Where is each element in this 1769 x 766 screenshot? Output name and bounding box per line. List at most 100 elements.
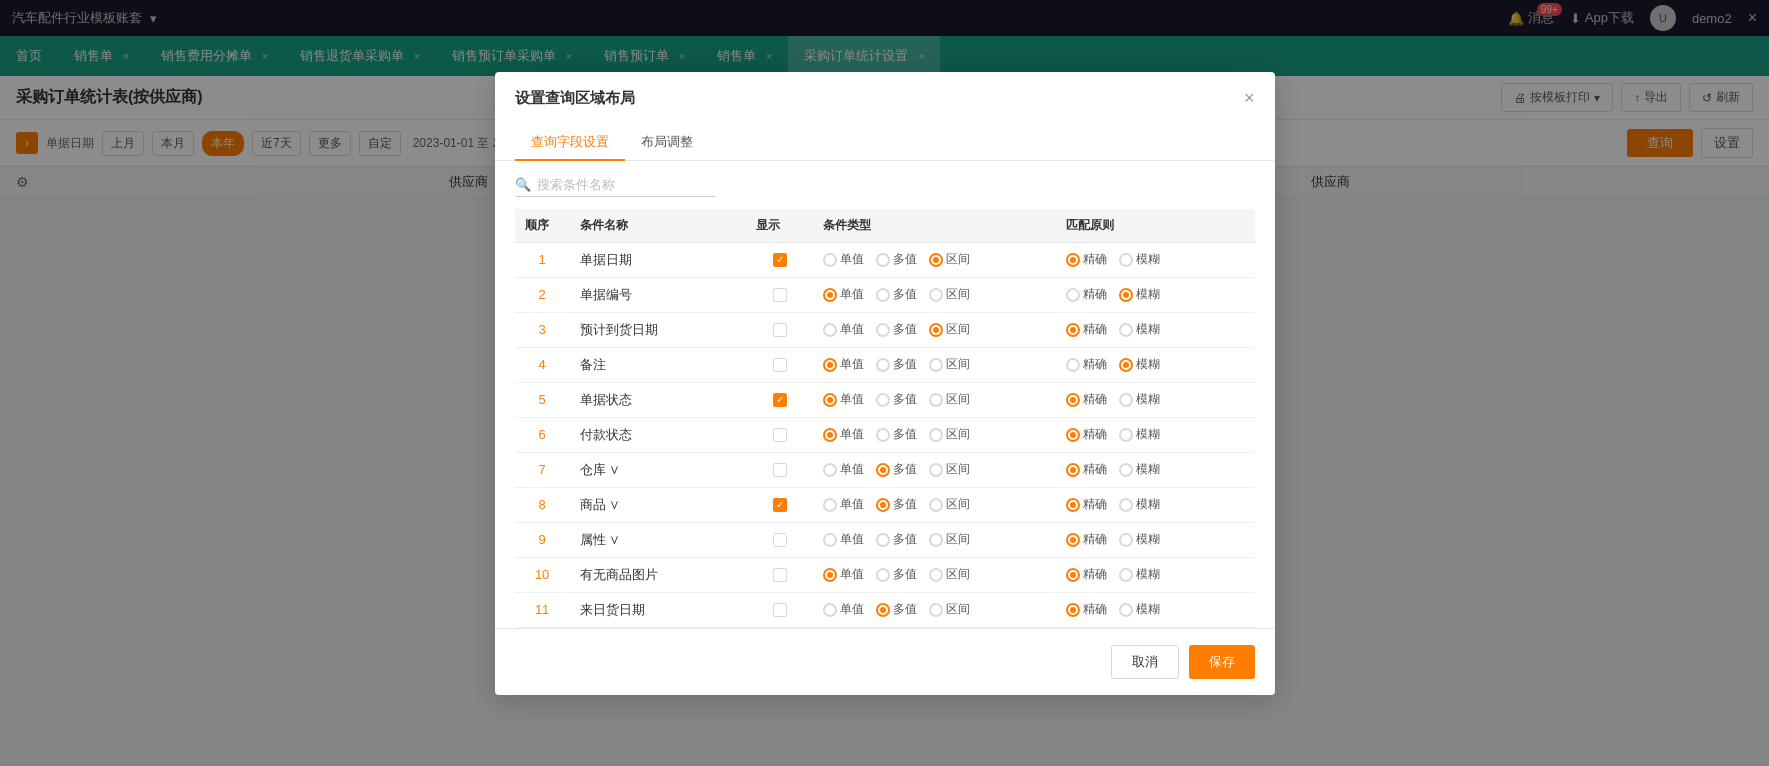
- radio-match-match_fuzzy-7[interactable]: 模糊: [1119, 496, 1160, 513]
- radio-type-type_multi-0[interactable]: 多值: [876, 251, 917, 268]
- checkbox-show-4[interactable]: [773, 393, 787, 407]
- row-show-7[interactable]: [746, 487, 812, 522]
- save-button[interactable]: 保存: [1189, 645, 1255, 679]
- modal-tab-query[interactable]: 查询字段设置: [515, 125, 625, 161]
- checkbox-show-0[interactable]: [773, 253, 787, 267]
- checkbox-show-9[interactable]: [773, 568, 787, 582]
- radio-match-match_exact-9[interactable]: 精确: [1066, 566, 1107, 583]
- row-show-0[interactable]: [746, 242, 812, 277]
- radio-type-type_single-3[interactable]: 单值: [823, 356, 864, 373]
- radio-match-match_fuzzy-3[interactable]: 模糊: [1119, 356, 1160, 373]
- checkbox-show-8[interactable]: [773, 533, 787, 547]
- radio-type-type_single-8[interactable]: 单值: [823, 531, 864, 548]
- row-type-0[interactable]: 单值多值区间: [813, 242, 1056, 277]
- radio-match-match_exact-6[interactable]: 精确: [1066, 461, 1107, 478]
- row-type-8[interactable]: 单值多值区间: [813, 522, 1056, 557]
- radio-match-match_exact-4[interactable]: 精确: [1066, 391, 1107, 408]
- row-match-3[interactable]: 精确模糊: [1056, 347, 1255, 382]
- radio-match-match_fuzzy-1[interactable]: 模糊: [1119, 286, 1160, 303]
- row-match-4[interactable]: 精确模糊: [1056, 382, 1255, 417]
- radio-type-type_range-2[interactable]: 区间: [929, 321, 970, 338]
- radio-match-match_exact-7[interactable]: 精确: [1066, 496, 1107, 513]
- radio-match-match_fuzzy-6[interactable]: 模糊: [1119, 461, 1160, 478]
- radio-match-match_fuzzy-8[interactable]: 模糊: [1119, 531, 1160, 548]
- radio-type-type_multi-6[interactable]: 多值: [876, 461, 917, 478]
- radio-type-type_single-9[interactable]: 单值: [823, 566, 864, 583]
- radio-type-type_range-3[interactable]: 区间: [929, 356, 970, 373]
- radio-type-type_multi-2[interactable]: 多值: [876, 321, 917, 338]
- radio-type-type_range-6[interactable]: 区间: [929, 461, 970, 478]
- row-show-5[interactable]: [746, 417, 812, 452]
- row-type-3[interactable]: 单值多值区间: [813, 347, 1056, 382]
- checkbox-show-7[interactable]: [773, 498, 787, 512]
- row-type-6[interactable]: 单值多值区间: [813, 452, 1056, 487]
- row-type-9[interactable]: 单值多值区间: [813, 557, 1056, 592]
- radio-type-type_multi-8[interactable]: 多值: [876, 531, 917, 548]
- row-type-4[interactable]: 单值多值区间: [813, 382, 1056, 417]
- row-match-6[interactable]: 精确模糊: [1056, 452, 1255, 487]
- radio-match-match_fuzzy-4[interactable]: 模糊: [1119, 391, 1160, 408]
- radio-type-type_multi-10[interactable]: 多值: [876, 601, 917, 618]
- radio-type-type_multi-3[interactable]: 多值: [876, 356, 917, 373]
- radio-type-type_range-8[interactable]: 区间: [929, 531, 970, 548]
- radio-type-type_multi-4[interactable]: 多值: [876, 391, 917, 408]
- radio-match-match_exact-3[interactable]: 精确: [1066, 356, 1107, 373]
- row-type-5[interactable]: 单值多值区间: [813, 417, 1056, 452]
- radio-type-type_range-5[interactable]: 区间: [929, 426, 970, 443]
- row-match-0[interactable]: 精确模糊: [1056, 242, 1255, 277]
- radio-type-type_range-1[interactable]: 区间: [929, 286, 970, 303]
- cancel-button[interactable]: 取消: [1111, 645, 1179, 679]
- modal-close-button[interactable]: ×: [1244, 88, 1255, 109]
- row-show-2[interactable]: [746, 312, 812, 347]
- radio-type-type_range-7[interactable]: 区间: [929, 496, 970, 513]
- row-show-9[interactable]: [746, 557, 812, 592]
- radio-type-type_single-10[interactable]: 单值: [823, 601, 864, 618]
- row-type-7[interactable]: 单值多值区间: [813, 487, 1056, 522]
- radio-match-match_fuzzy-9[interactable]: 模糊: [1119, 566, 1160, 583]
- row-match-7[interactable]: 精确模糊: [1056, 487, 1255, 522]
- checkbox-show-3[interactable]: [773, 358, 787, 372]
- radio-match-match_exact-10[interactable]: 精确: [1066, 601, 1107, 618]
- row-show-4[interactable]: [746, 382, 812, 417]
- radio-match-match_fuzzy-2[interactable]: 模糊: [1119, 321, 1160, 338]
- checkbox-show-6[interactable]: [773, 463, 787, 477]
- radio-type-type_multi-5[interactable]: 多值: [876, 426, 917, 443]
- row-show-3[interactable]: [746, 347, 812, 382]
- checkbox-show-2[interactable]: [773, 323, 787, 337]
- radio-match-match_fuzzy-5[interactable]: 模糊: [1119, 426, 1160, 443]
- radio-type-type_single-7[interactable]: 单值: [823, 496, 864, 513]
- row-show-8[interactable]: [746, 522, 812, 557]
- radio-type-type_single-1[interactable]: 单值: [823, 286, 864, 303]
- search-input[interactable]: [537, 177, 697, 192]
- radio-match-match_exact-1[interactable]: 精确: [1066, 286, 1107, 303]
- radio-type-type_single-2[interactable]: 单值: [823, 321, 864, 338]
- modal-tab-layout[interactable]: 布局调整: [625, 125, 709, 161]
- radio-type-type_multi-1[interactable]: 多值: [876, 286, 917, 303]
- radio-match-match_fuzzy-10[interactable]: 模糊: [1119, 601, 1160, 618]
- radio-type-type_multi-9[interactable]: 多值: [876, 566, 917, 583]
- row-show-6[interactable]: [746, 452, 812, 487]
- radio-type-type_single-6[interactable]: 单值: [823, 461, 864, 478]
- radio-type-type_range-4[interactable]: 区间: [929, 391, 970, 408]
- radio-match-match_fuzzy-0[interactable]: 模糊: [1119, 251, 1160, 268]
- row-match-1[interactable]: 精确模糊: [1056, 277, 1255, 312]
- radio-match-match_exact-0[interactable]: 精确: [1066, 251, 1107, 268]
- row-type-2[interactable]: 单值多值区间: [813, 312, 1056, 347]
- search-field[interactable]: 🔍: [515, 173, 715, 197]
- row-match-2[interactable]: 精确模糊: [1056, 312, 1255, 347]
- radio-type-type_range-9[interactable]: 区间: [929, 566, 970, 583]
- radio-type-type_single-0[interactable]: 单值: [823, 251, 864, 268]
- checkbox-show-10[interactable]: [773, 603, 787, 617]
- radio-match-match_exact-2[interactable]: 精确: [1066, 321, 1107, 338]
- radio-type-type_range-10[interactable]: 区间: [929, 601, 970, 618]
- row-show-1[interactable]: [746, 277, 812, 312]
- radio-type-type_single-4[interactable]: 单值: [823, 391, 864, 408]
- checkbox-show-1[interactable]: [773, 288, 787, 302]
- row-show-10[interactable]: [746, 592, 812, 627]
- radio-type-type_range-0[interactable]: 区间: [929, 251, 970, 268]
- row-match-9[interactable]: 精确模糊: [1056, 557, 1255, 592]
- checkbox-show-5[interactable]: [773, 428, 787, 442]
- radio-type-type_single-5[interactable]: 单值: [823, 426, 864, 443]
- row-match-5[interactable]: 精确模糊: [1056, 417, 1255, 452]
- radio-match-match_exact-8[interactable]: 精确: [1066, 531, 1107, 548]
